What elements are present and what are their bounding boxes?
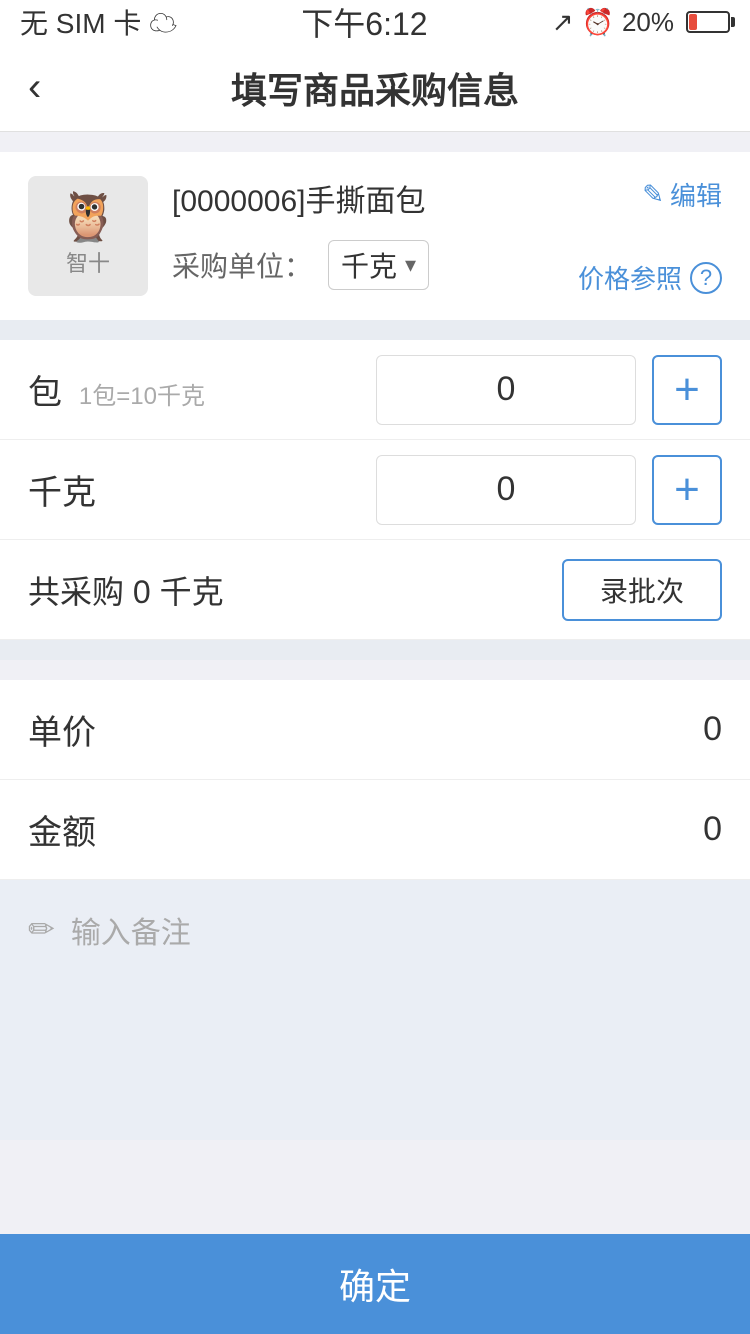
kg-label-group: 千克	[28, 465, 148, 514]
location-icon: ↗	[552, 7, 574, 38]
unit-price-value: 0	[703, 710, 722, 749]
package-input-control: 0 +	[205, 355, 722, 425]
logo-subtitle: 智十	[58, 246, 118, 278]
back-button[interactable]: ‹	[28, 65, 41, 110]
notes-input-area[interactable]: ✏ 输入备注	[28, 908, 722, 952]
status-right: ↗ ⏰ 20%	[552, 7, 730, 38]
status-left: 无 SIM 卡 ☁	[20, 2, 177, 42]
package-plus-button[interactable]: +	[652, 355, 722, 425]
kg-input-control: 0 +	[148, 455, 722, 525]
edit-icon: ✎	[642, 179, 664, 210]
product-name: [0000006]手撕面包	[172, 176, 722, 220]
amount-label: 金额	[28, 805, 96, 854]
package-number-input[interactable]: 0	[376, 355, 636, 425]
unit-price-row: 单价 0	[0, 680, 750, 780]
battery-icon	[686, 11, 730, 33]
section-divider-2	[0, 640, 750, 660]
pencil-icon: ✏	[28, 910, 55, 948]
notes-placeholder-text: 输入备注	[71, 908, 191, 952]
amount-value: 0	[703, 810, 722, 849]
owl-icon: 🦉	[58, 194, 118, 242]
notes-section: ✏ 输入备注	[0, 880, 750, 1140]
kg-plus-button[interactable]: +	[652, 455, 722, 525]
unit-value: 千克	[341, 245, 397, 285]
amount-row: 金额 0	[0, 780, 750, 880]
unit-label: 采购单位：	[172, 245, 312, 285]
price-ref-button[interactable]: 价格参照 ?	[578, 259, 722, 296]
product-image: 🦉 智十	[28, 176, 148, 296]
package-label-group: 包 1包=10千克	[28, 365, 205, 414]
bottom-padding	[0, 1140, 750, 1240]
status-time: 下午6:12	[301, 0, 427, 45]
kg-label: 千克	[28, 474, 96, 512]
total-row: 共采购 0 千克 录批次	[0, 540, 750, 640]
page-title: 填写商品采购信息	[231, 62, 519, 114]
status-bar: 无 SIM 卡 ☁ 下午6:12 ↗ ⏰ 20%	[0, 0, 750, 44]
unit-price-label: 单价	[28, 705, 96, 754]
unit-selector[interactable]: 千克 ▾	[328, 240, 429, 290]
package-label: 包	[28, 374, 62, 412]
dropdown-arrow-icon: ▾	[405, 252, 416, 278]
help-icon[interactable]: ?	[690, 262, 722, 294]
total-label: 共采购 0 千克	[28, 567, 224, 613]
kg-number-input[interactable]: 0	[376, 455, 636, 525]
confirm-button[interactable]: 确定	[0, 1234, 750, 1334]
product-logo: 🦉 智十	[58, 194, 118, 278]
edit-label: 编辑	[670, 176, 722, 213]
alarm-icon: ⏰	[582, 7, 614, 38]
product-card: 🦉 智十 [0000006]手撕面包 采购单位： 千克 ▾ ✎ 编辑 价格参照 …	[0, 152, 750, 320]
kg-input-row: 千克 0 +	[0, 440, 750, 540]
battery-text: 20%	[622, 7, 674, 38]
nav-bar: ‹ 填写商品采购信息	[0, 44, 750, 132]
section-divider-1	[0, 320, 750, 340]
price-section: 单价 0 金额 0	[0, 680, 750, 880]
battery-fill	[689, 14, 697, 30]
batch-record-button[interactable]: 录批次	[562, 559, 722, 621]
edit-button[interactable]: ✎ 编辑	[642, 176, 722, 213]
package-sub-label: 1包=10千克	[79, 383, 205, 410]
input-section: 包 1包=10千克 0 + 千克 0 + 共采购 0 千克 录批次	[0, 340, 750, 640]
price-ref-label: 价格参照	[578, 259, 682, 296]
package-input-row: 包 1包=10千克 0 +	[0, 340, 750, 440]
no-sim-text: 无 SIM 卡 ☁	[20, 2, 177, 42]
